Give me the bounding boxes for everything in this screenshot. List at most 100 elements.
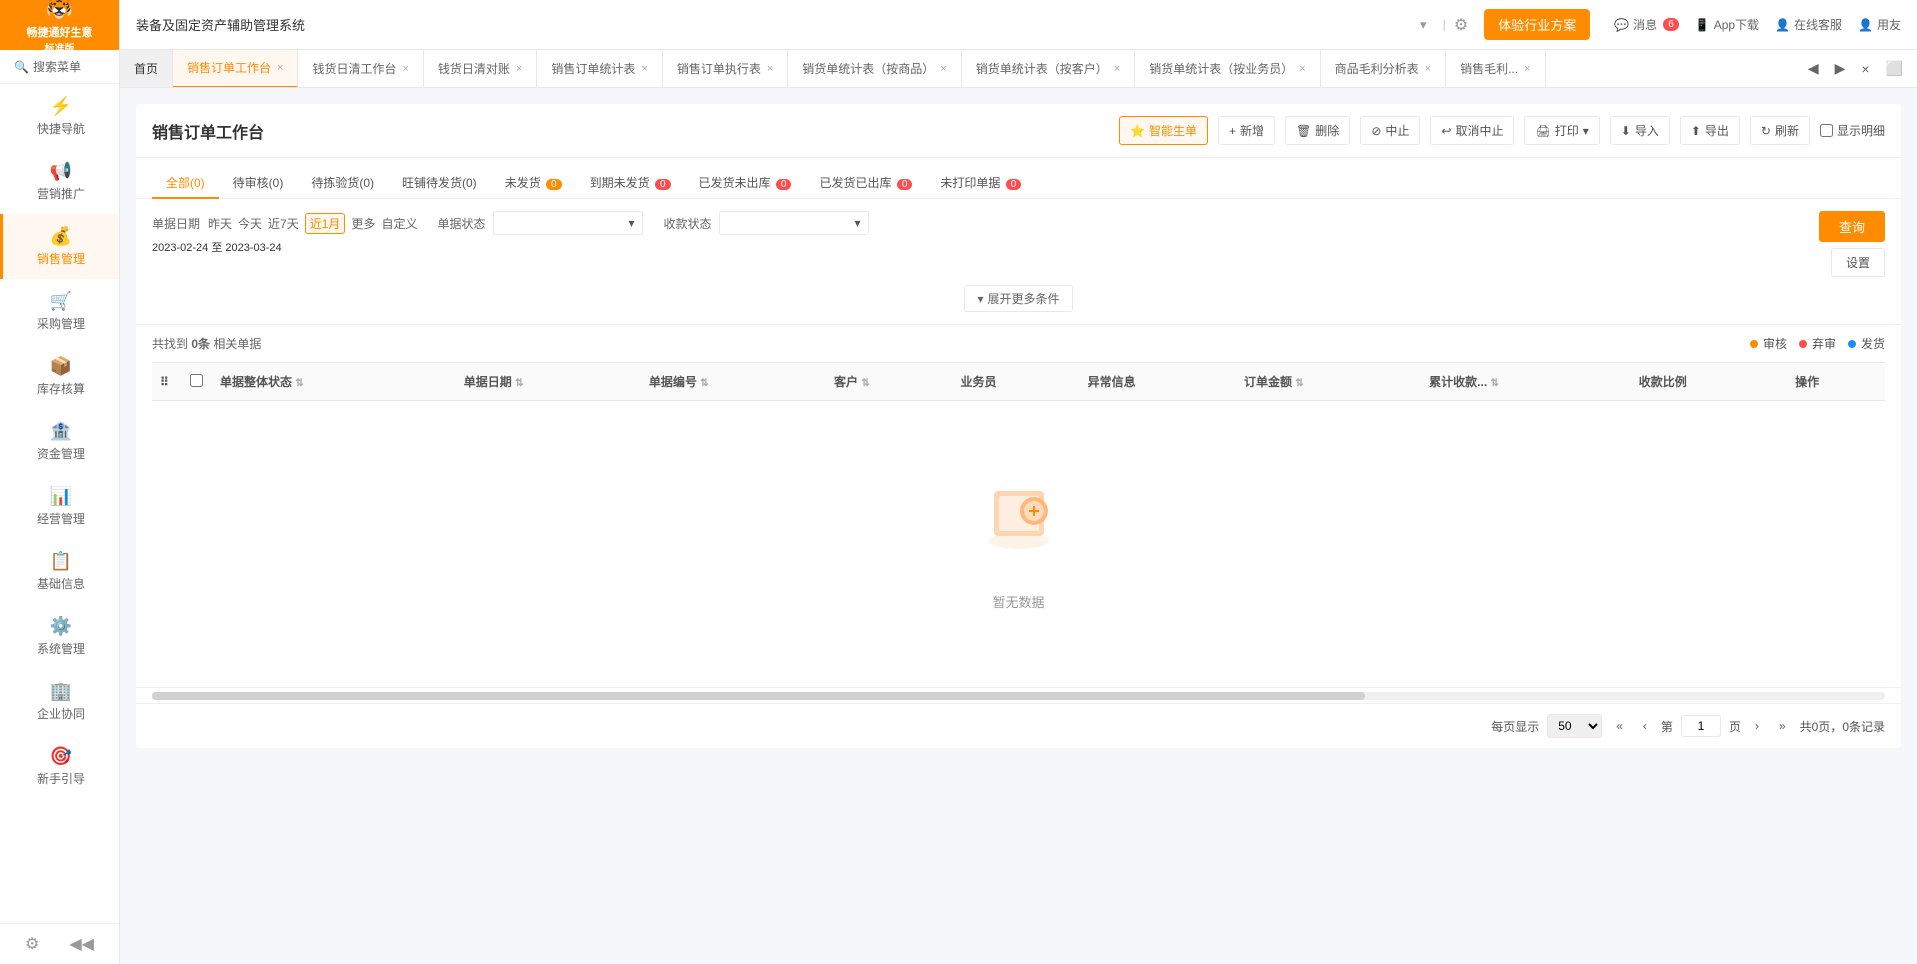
add-button[interactable]: + 新增 <box>1218 116 1275 145</box>
subtab-pending-review[interactable]: 待审核(0) <box>219 168 298 199</box>
app-download-button[interactable]: 📱 App下载 <box>1695 16 1759 33</box>
sidebar-item-operation[interactable]: 📊 经营管理 <box>0 474 119 539</box>
subtab-pending-inspect[interactable]: 待拣验货(0) <box>297 168 388 199</box>
collapse-icon[interactable]: ◀◀ <box>69 934 94 954</box>
last-page-button[interactable]: » <box>1773 717 1792 735</box>
prev-page-button[interactable]: ‹ <box>1637 717 1653 735</box>
message-button[interactable]: 💬 消息 6 <box>1614 16 1679 33</box>
amount-col-header[interactable]: 订单金额 ⇅ <box>1236 363 1421 401</box>
sidebar-item-purchase[interactable]: 🛒 采购管理 <box>0 279 119 344</box>
system-dropdown-icon[interactable]: ▾ <box>1420 17 1427 33</box>
subtab-shipped-not-out[interactable]: 已发货未出库 0 <box>685 168 806 199</box>
show-detail-checkbox[interactable]: 显示明细 <box>1820 122 1885 139</box>
show-detail-input[interactable] <box>1820 124 1833 137</box>
tab-cash-daily[interactable]: 钱货日清工作台 × <box>298 50 423 88</box>
collected-col-header[interactable]: 累计收款... ⇅ <box>1421 363 1631 401</box>
tab-prev-button[interactable]: ◀ <box>1802 58 1825 79</box>
ship-action-button[interactable]: 发货 <box>1848 335 1885 352</box>
sidebar-item-quick-nav[interactable]: ⚡ 快捷导航 <box>0 84 119 149</box>
subtab-expired[interactable]: 到期未发货 0 <box>576 168 685 199</box>
review-action-button[interactable]: 审核 <box>1750 335 1787 352</box>
tab-close-icon[interactable]: × <box>1425 63 1431 75</box>
date-today[interactable]: 今天 <box>238 215 262 232</box>
print-button[interactable]: 🖨 打印 ▾ <box>1524 116 1599 145</box>
select-all-checkbox[interactable] <box>190 374 203 387</box>
next-page-button[interactable]: › <box>1749 717 1765 735</box>
smart-create-button[interactable]: ⭐ 智能生单 <box>1119 116 1208 145</box>
payment-select[interactable]: ▾ <box>719 211 869 235</box>
subtab-not-shipped[interactable]: 未发货 0 <box>491 168 576 199</box>
sidebar-item-finance[interactable]: 🏦 资金管理 <box>0 409 119 474</box>
user-menu-button[interactable]: 👤 用友 <box>1858 16 1901 33</box>
cancel-review-action-button[interactable]: 弃审 <box>1799 335 1836 352</box>
date-1month[interactable]: 近1月 <box>305 213 346 234</box>
number-col-header[interactable]: 单据编号 ⇅ <box>641 363 826 401</box>
tab-next-button[interactable]: ▶ <box>1829 58 1852 79</box>
sidebar-item-sales[interactable]: 💰 销售管理 <box>0 214 119 279</box>
sidebar-search[interactable]: 🔍 搜索菜单 <box>0 50 119 84</box>
horizontal-scrollbar[interactable] <box>136 687 1901 703</box>
date-yesterday[interactable]: 昨天 <box>208 215 232 232</box>
first-page-button[interactable]: « <box>1610 717 1629 735</box>
check-col-header[interactable] <box>182 363 212 401</box>
sidebar-menu: ⚡ 快捷导航 📢 营销推广 💰 销售管理 🛒 采购管理 📦 库存核算 🏦 资金管… <box>0 84 119 923</box>
expand-filter-button[interactable]: ▾ 展开更多条件 <box>964 285 1072 312</box>
tab-sales-by-staff[interactable]: 销货单统计表（按业务员） × <box>1135 50 1320 88</box>
tab-close-icon[interactable]: × <box>767 63 773 75</box>
tab-cash-reconcile[interactable]: 钱货日清对账 × <box>424 50 537 88</box>
tab-close-all-button[interactable]: × <box>1855 59 1875 79</box>
status-col-header[interactable]: 单据整体状态 ⇅ <box>212 363 456 401</box>
settings-gear-icon[interactable]: ⚙ <box>1454 15 1468 35</box>
tab-close-icon[interactable]: × <box>1114 63 1120 75</box>
tab-close-icon[interactable]: × <box>277 62 283 74</box>
gross-profit-tab-label: 商品毛利分析表 <box>1335 60 1419 77</box>
sidebar-item-marketing[interactable]: 📢 营销推广 <box>0 149 119 214</box>
status-select[interactable]: ▾ <box>493 211 643 235</box>
export-button[interactable]: ⬆ 导出 <box>1680 116 1740 145</box>
sidebar-item-base[interactable]: 📋 基础信息 <box>0 539 119 604</box>
tab-close-icon[interactable]: × <box>940 63 946 75</box>
customer-col-header[interactable]: 客户 ⇅ <box>826 363 952 401</box>
date-col-label: 单据日期 <box>464 375 512 389</box>
tab-close-icon[interactable]: × <box>402 63 408 75</box>
tab-sales-by-customer[interactable]: 销货单统计表（按客户） × <box>962 50 1135 88</box>
date-col-header[interactable]: 单据日期 ⇅ <box>456 363 641 401</box>
industry-solution-button[interactable]: 体验行业方案 <box>1484 9 1590 40</box>
subtab-not-printed[interactable]: 未打印单据 0 <box>926 168 1035 199</box>
smart-create-label: 智能生单 <box>1149 122 1197 139</box>
import-button[interactable]: ⬇ 导入 <box>1610 116 1670 145</box>
tab-sales-more[interactable]: 销售毛利... × <box>1446 50 1545 88</box>
date-more[interactable]: 更多 <box>351 215 375 232</box>
tab-expand-button[interactable]: ⬜ <box>1880 58 1909 79</box>
tab-sales-by-product[interactable]: 销货单统计表（按商品） × <box>788 50 961 88</box>
tab-home[interactable]: 首页 <box>120 50 173 88</box>
tab-close-icon[interactable]: × <box>516 63 522 75</box>
online-service-button[interactable]: 👤 在线客服 <box>1775 16 1842 33</box>
subtab-wangpu[interactable]: 旺铺待发货(0) <box>388 168 491 199</box>
cancel-stop-button[interactable]: ↩ 取消中止 <box>1430 116 1514 145</box>
delete-button[interactable]: 🗑 删除 <box>1285 116 1350 145</box>
refresh-button[interactable]: ↻ 刷新 <box>1750 116 1810 145</box>
page-size-select[interactable]: 10 20 50 100 <box>1547 714 1602 738</box>
subtab-shipped-out[interactable]: 已发货已出库 0 <box>805 168 926 199</box>
set-button[interactable]: 设置 <box>1831 248 1885 277</box>
page-number-input[interactable] <box>1681 715 1721 737</box>
sidebar-item-guide[interactable]: 🎯 新手引导 <box>0 734 119 799</box>
tab-gross-profit[interactable]: 商品毛利分析表 × <box>1321 50 1446 88</box>
query-button[interactable]: 查询 <box>1819 211 1885 242</box>
date-7days[interactable]: 近7天 <box>268 215 299 232</box>
stop-button[interactable]: ⊘ 中止 <box>1360 116 1420 145</box>
subtab-expired-label: 到期未发货 <box>590 176 650 190</box>
tab-sales-order[interactable]: 销售订单工作台 × <box>173 50 298 88</box>
sidebar-item-system[interactable]: ⚙️ 系统管理 <box>0 604 119 669</box>
settings-icon[interactable]: ⚙ <box>25 934 39 954</box>
sidebar-item-inventory[interactable]: 📦 库存核算 <box>0 344 119 409</box>
tab-close-icon[interactable]: × <box>1524 63 1530 75</box>
sidebar-item-enterprise[interactable]: 🏢 企业协同 <box>0 669 119 734</box>
date-custom[interactable]: 自定义 <box>381 215 417 232</box>
tab-close-icon[interactable]: × <box>1299 63 1305 75</box>
tab-sales-stats[interactable]: 销售订单统计表 × <box>537 50 662 88</box>
tab-close-icon[interactable]: × <box>641 63 647 75</box>
tab-sales-exec[interactable]: 销售订单执行表 × <box>663 50 788 88</box>
subtab-all[interactable]: 全部(0) <box>152 168 219 199</box>
